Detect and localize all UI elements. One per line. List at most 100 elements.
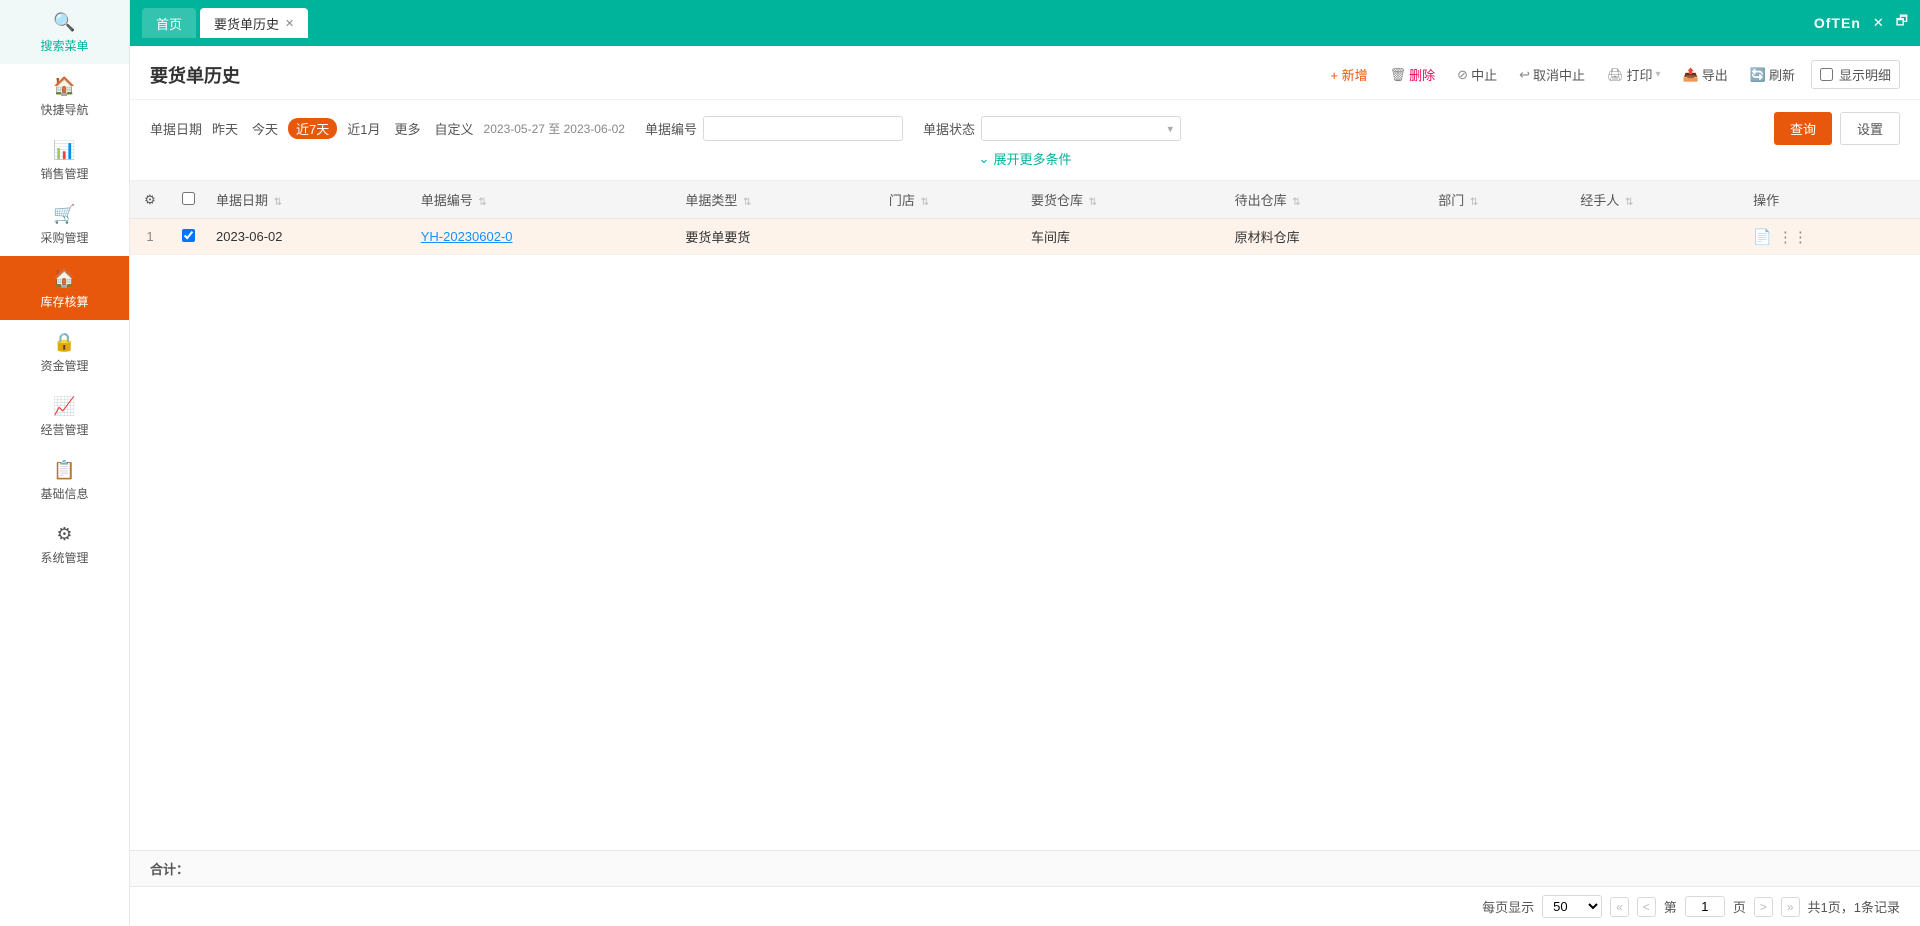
expand-more-button[interactable]: ⌄ 展开更多条件 [150,145,1900,172]
operation-icon: 📈 [53,396,75,417]
row-actions: 📄 ⋮⋮ [1743,219,1920,255]
col-checkbox[interactable] [170,181,206,219]
date-option-custom[interactable]: 自定义 [431,118,478,139]
data-table: ⚙ 单据日期 ⇅ 单据编号 ⇅ 单据类型 [130,181,1920,255]
view-action-icon[interactable]: 📄 [1753,228,1772,246]
first-page-button[interactable]: « [1610,897,1629,917]
row-type: 要货单要货 [675,219,879,255]
new-button[interactable]: + 新增 [1324,61,1373,88]
sidebar-item-operation[interactable]: 📈 经营管理 [0,384,129,448]
sort-department-icon: ⇅ [1470,197,1478,208]
date-option-yesterday[interactable]: 昨天 [208,118,242,139]
refresh-button[interactable]: 🔄 刷新 [1744,61,1801,88]
col-store[interactable]: 门店 ⇅ [879,181,1021,219]
order-no-input[interactable] [703,116,903,141]
sidebar-item-inventory[interactable]: 🏠 库存核算 [0,256,129,320]
home-icon: 🏠 [53,76,75,97]
purchase-icon: 🛒 [53,204,75,225]
row-checkbox-cell[interactable] [170,219,206,255]
tab-requisition-history[interactable]: 要货单历史 ✕ [200,8,308,38]
tab-home[interactable]: 首页 [142,8,196,38]
sales-icon: 📊 [53,140,75,161]
delete-button[interactable]: 🗑 删除 [1384,61,1442,88]
query-button[interactable]: 查询 [1774,112,1832,145]
page-size-label: 每页显示 [1482,897,1534,916]
chevron-down-icon: ⌄ [979,151,990,167]
col-operation: 操作 [1743,181,1920,219]
col-pending-warehouse[interactable]: 待出仓库 ⇅ [1225,181,1429,219]
row-checkbox[interactable] [182,229,195,242]
prev-page-button[interactable]: < [1637,897,1656,917]
main-container: 首页 要货单历史 ✕ OfTEn ✕ 🗗 要货单历史 + 新增 🗑 删除 [130,0,1920,926]
row-store [879,219,1021,255]
sort-type-icon: ⇅ [743,197,751,208]
print-button[interactable]: 🖨 打印 ▾ [1601,61,1667,88]
col-settings[interactable]: ⚙ [130,181,170,219]
page-header: 要货单历史 + 新增 🗑 删除 ⊘ 中止 ↩ 取消中止 🖨 [130,46,1920,100]
sidebar-item-finance[interactable]: 🔒 资金管理 [0,320,129,384]
cancel-stop-button[interactable]: ↩ 取消中止 [1513,61,1591,88]
status-filter-label: 单据状态 [923,119,975,138]
filter-area: 单据日期 昨天 今天 近7天 近1月 更多 自定义 2023-05-27 至 2… [130,100,1920,181]
date-options: 昨天 今天 近7天 近1月 更多 自定义 [208,118,478,139]
stop-button[interactable]: ⊘ 中止 [1451,61,1503,88]
date-option-more[interactable]: 更多 [391,118,425,139]
row-department [1428,219,1570,255]
show-detail-button[interactable]: 显示明细 [1811,60,1900,89]
last-page-button[interactable]: » [1781,897,1800,917]
footer-total-label: 合计： [150,859,189,878]
sidebar-item-quick-nav[interactable]: 🏠 快捷导航 [0,64,129,128]
tab-close-icon[interactable]: ✕ [285,17,294,30]
window-close-icon[interactable]: ✕ [1873,15,1884,31]
status-select[interactable] [981,116,1181,141]
sort-orderno-icon: ⇅ [478,197,486,208]
col-handler[interactable]: 经手人 ⇅ [1570,181,1743,219]
date-filter-label: 单据日期 [150,119,202,138]
col-req-warehouse[interactable]: 要货仓库 ⇅ [1021,181,1225,219]
status-filter-group: 单据状态 [923,116,1181,141]
topbar: 首页 要货单历史 ✕ OfTEn ✕ 🗗 [130,0,1920,46]
sidebar-item-search-menu[interactable]: 🔍 搜索菜单 [0,0,129,64]
table-container: ⚙ 单据日期 ⇅ 单据编号 ⇅ 单据类型 [130,181,1920,850]
date-filter-group: 单据日期 昨天 今天 近7天 近1月 更多 自定义 2023-05-27 至 2… [150,118,625,139]
inventory-icon: 🏠 [53,268,75,289]
pagination-area: 每页显示 50 20 100 200 « < 第 页 > » 共1页，1条记录 [130,886,1920,926]
row-order-no[interactable]: YH-20230602-0 [411,219,676,255]
page-size-select[interactable]: 50 20 100 200 [1542,895,1602,918]
col-order-no[interactable]: 单据编号 ⇅ [411,181,676,219]
page-input[interactable] [1685,896,1725,917]
date-option-today[interactable]: 今天 [248,118,282,139]
sidebar-item-system[interactable]: ⚙ 系统管理 [0,512,129,576]
more-action-icon[interactable]: ⋮⋮ [1778,228,1808,246]
export-button[interactable]: 📤 导出 [1677,61,1734,88]
table-header-row: ⚙ 单据日期 ⇅ 单据编号 ⇅ 单据类型 [130,181,1920,219]
window-restore-icon[interactable]: 🗗 [1896,12,1908,34]
sort-req-warehouse-icon: ⇅ [1089,197,1097,208]
sidebar-item-sales[interactable]: 📊 销售管理 [0,128,129,192]
total-info: 共1页，1条记录 [1808,897,1900,916]
page-suffix: 页 [1733,897,1746,916]
row-num: 1 [130,219,170,255]
finance-icon: 🔒 [53,332,75,353]
filter-row-1: 单据日期 昨天 今天 近7天 近1月 更多 自定义 2023-05-27 至 2… [150,112,1900,145]
show-detail-checkbox[interactable] [1820,68,1833,81]
col-date[interactable]: 单据日期 ⇅ [206,181,411,219]
date-range-display: 2023-05-27 至 2023-06-02 [484,120,625,137]
page-title: 要货单历史 [150,62,240,88]
col-type[interactable]: 单据类型 ⇅ [675,181,879,219]
date-option-7days[interactable]: 近7天 [288,118,337,139]
content-area: 要货单历史 + 新增 🗑 删除 ⊘ 中止 ↩ 取消中止 🖨 [130,46,1920,926]
sidebar-item-basic-info[interactable]: 📋 基础信息 [0,448,129,512]
settings-button[interactable]: 设置 [1840,112,1900,145]
date-option-1month[interactable]: 近1月 [343,118,384,139]
select-all-checkbox[interactable] [182,192,195,205]
status-select-wrapper [981,116,1181,141]
order-no-label: 单据编号 [645,119,697,138]
system-icon: ⚙ [56,524,72,545]
col-department[interactable]: 部门 ⇅ [1428,181,1570,219]
sort-date-icon: ⇅ [274,197,282,208]
search-menu-icon: 🔍 [53,12,75,33]
next-page-button[interactable]: > [1754,897,1773,917]
sort-store-icon: ⇅ [921,197,929,208]
sidebar-item-purchase[interactable]: 🛒 采购管理 [0,192,129,256]
